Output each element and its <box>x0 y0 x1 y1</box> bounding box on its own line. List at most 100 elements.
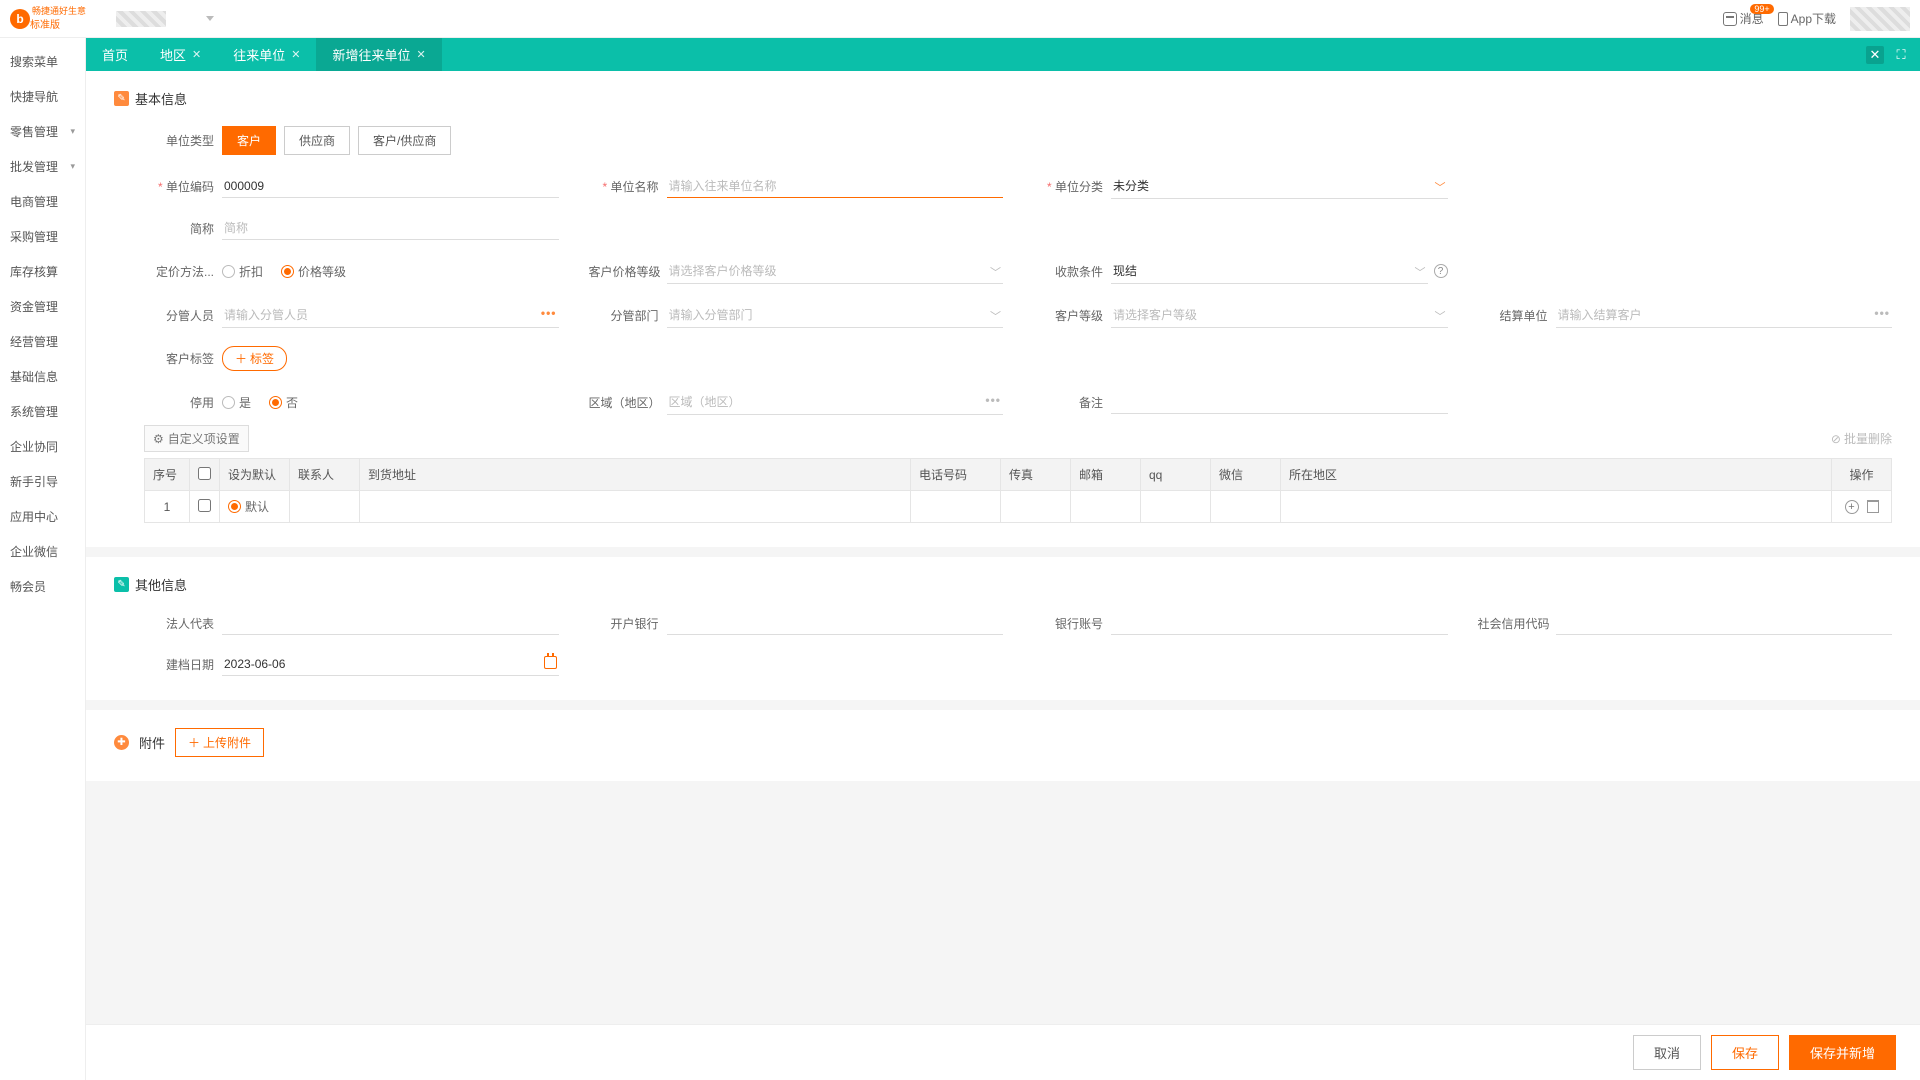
cell-fax[interactable] <box>1001 491 1071 523</box>
batch-delete-button[interactable]: ⊘批量删除 <box>1831 430 1892 447</box>
tab-new-partner[interactable]: 新增往来单位✕ <box>316 38 441 71</box>
help-icon[interactable]: ? <box>1434 264 1448 278</box>
col-default: 设为默认 <box>220 459 290 491</box>
chevron-down-icon: ﹀ <box>1415 264 1426 280</box>
logo-icon: b <box>10 9 30 29</box>
sidebar-item-ecommerce[interactable]: 电商管理 <box>0 184 85 219</box>
unit-category-select[interactable]: 未分类﹀ <box>1111 173 1448 199</box>
section-icon: ✎ <box>114 91 129 106</box>
user-avatar[interactable] <box>1850 7 1910 31</box>
messages-button[interactable]: 消息 99+ <box>1723 10 1764 27</box>
cell-email[interactable] <box>1071 491 1141 523</box>
short-name-input[interactable] <box>222 217 559 240</box>
save-and-new-button[interactable]: 保存并新增 <box>1789 1035 1896 1070</box>
custom-fields-button[interactable]: ⚙自定义项设置 <box>144 425 249 452</box>
sidebar-item-wecom[interactable]: 企业微信 <box>0 534 85 569</box>
bank-account-input[interactable] <box>1111 612 1448 635</box>
section-icon: ✎ <box>114 577 129 592</box>
app-download-button[interactable]: App下载 <box>1778 10 1836 27</box>
cell-contact[interactable] <box>290 491 360 523</box>
chevron-down-icon: ﹀ <box>990 308 1001 324</box>
bank-input[interactable] <box>667 612 1004 635</box>
legal-rep-input[interactable] <box>222 612 559 635</box>
close-icon[interactable]: ✕ <box>417 48 426 61</box>
create-date-input[interactable] <box>222 653 559 676</box>
cell-wechat[interactable] <box>1211 491 1281 523</box>
close-icon[interactable]: ✕ <box>192 48 201 61</box>
sidebar-item-member[interactable]: 畅会员 <box>0 569 85 604</box>
footer-actions: 取消 保存 保存并新增 <box>86 1024 1920 1080</box>
dept-select[interactable]: 请输入分管部门﹀ <box>667 302 1004 328</box>
tab-region[interactable]: 地区✕ <box>144 38 217 71</box>
col-check <box>190 459 220 491</box>
cust-level-select[interactable]: 请选择客户等级﹀ <box>1111 302 1448 328</box>
sidebar-item-collab[interactable]: 企业协同 <box>0 429 85 464</box>
sidebar-item-app-center[interactable]: 应用中心 <box>0 499 85 534</box>
select-all-checkbox[interactable] <box>198 467 211 480</box>
sidebar-item-guide[interactable]: 新手引导 <box>0 464 85 499</box>
unit-type-customer[interactable]: 客户 <box>222 126 276 155</box>
remark-input[interactable] <box>1111 391 1448 414</box>
cust-price-level-select[interactable]: 请选择客户价格等级﹀ <box>667 258 1004 284</box>
company-selector[interactable] <box>116 11 214 27</box>
close-icon[interactable]: ✕ <box>291 48 300 61</box>
pay-condition-select[interactable]: 现结﹀ <box>1111 258 1428 284</box>
pricing-discount-radio[interactable]: 折扣 <box>222 263 263 280</box>
sidebar-item-inventory[interactable]: 库存核算 <box>0 254 85 289</box>
add-tag-button[interactable]: ＋标签 <box>222 346 287 371</box>
disabled-no-radio[interactable]: 否 <box>269 394 298 411</box>
label-short-name: 简称 <box>144 220 222 237</box>
unit-name-input[interactable] <box>667 175 1004 198</box>
unit-type-supplier[interactable]: 供应商 <box>284 126 350 155</box>
tab-strip: 首页 地区✕ 往来单位✕ 新增往来单位✕ ✕ ⛶ <box>86 38 1920 71</box>
pricing-level-radio[interactable]: 价格等级 <box>281 263 346 280</box>
tab-home[interactable]: 首页 <box>86 38 144 71</box>
save-button[interactable]: 保存 <box>1711 1035 1779 1070</box>
col-email: 邮箱 <box>1071 459 1141 491</box>
region-input[interactable]: 区域（地区）••• <box>667 389 1004 415</box>
col-region: 所在地区 <box>1281 459 1832 491</box>
panel-attachment: ✚ 附件 ＋上传附件 <box>86 710 1920 781</box>
sidebar-item-retail[interactable]: 零售管理▾ <box>0 114 85 149</box>
pricing-method-group: 折扣 价格等级 <box>222 263 559 280</box>
upload-attachment-button[interactable]: ＋上传附件 <box>175 728 264 757</box>
add-row-button[interactable]: + <box>1845 500 1859 514</box>
label-pay-condition: 收款条件 <box>1033 263 1111 280</box>
sidebar: 搜索菜单 快捷导航 零售管理▾ 批发管理▾ 电商管理 采购管理 库存核算 资金管… <box>0 38 86 1080</box>
label-region: 区域（地区） <box>589 394 667 411</box>
sidebar-item-funds[interactable]: 资金管理 <box>0 289 85 324</box>
message-icon <box>1723 12 1737 26</box>
unit-type-group: 客户 供应商 客户/供应商 <box>222 126 1892 155</box>
unit-code-input[interactable] <box>222 175 559 198</box>
cell-region[interactable] <box>1281 491 1832 523</box>
cell-qq[interactable] <box>1141 491 1211 523</box>
more-icon: ••• <box>541 306 557 320</box>
delete-row-button[interactable] <box>1867 500 1879 513</box>
close-all-tabs-button[interactable]: ✕ <box>1866 46 1884 64</box>
panel-other-info: ✎ 其他信息 法人代表 开户银行 银行账号 <box>86 557 1920 700</box>
sidebar-item-system[interactable]: 系统管理 <box>0 394 85 429</box>
phone-icon <box>1778 12 1788 26</box>
sidebar-item-wholesale[interactable]: 批发管理▾ <box>0 149 85 184</box>
chevron-down-icon: ﹀ <box>1435 179 1446 195</box>
cell-ship-addr[interactable] <box>360 491 911 523</box>
cell-phone[interactable] <box>911 491 1001 523</box>
label-remark: 备注 <box>1033 394 1111 411</box>
owner-input[interactable]: 请输入分管人员••• <box>222 302 559 328</box>
sidebar-item-purchase[interactable]: 采购管理 <box>0 219 85 254</box>
sidebar-item-search-menu[interactable]: 搜索菜单 <box>0 44 85 79</box>
unit-type-both[interactable]: 客户/供应商 <box>358 126 451 155</box>
settle-unit-input[interactable]: 请输入结算客户••• <box>1556 302 1893 328</box>
credit-code-input[interactable] <box>1556 612 1893 635</box>
col-seq: 序号 <box>145 459 190 491</box>
sidebar-item-quick-nav[interactable]: 快捷导航 <box>0 79 85 114</box>
row-default-radio[interactable]: 默认 <box>228 498 281 515</box>
fullscreen-button[interactable]: ⛶ <box>1892 46 1910 64</box>
disabled-yes-radio[interactable]: 是 <box>222 394 251 411</box>
tab-partners[interactable]: 往来单位✕ <box>217 38 316 71</box>
cancel-button[interactable]: 取消 <box>1633 1035 1701 1070</box>
sidebar-item-basic-info[interactable]: 基础信息 <box>0 359 85 394</box>
sidebar-item-operation[interactable]: 经营管理 <box>0 324 85 359</box>
row-checkbox[interactable] <box>198 499 211 512</box>
calendar-icon[interactable] <box>544 656 557 669</box>
